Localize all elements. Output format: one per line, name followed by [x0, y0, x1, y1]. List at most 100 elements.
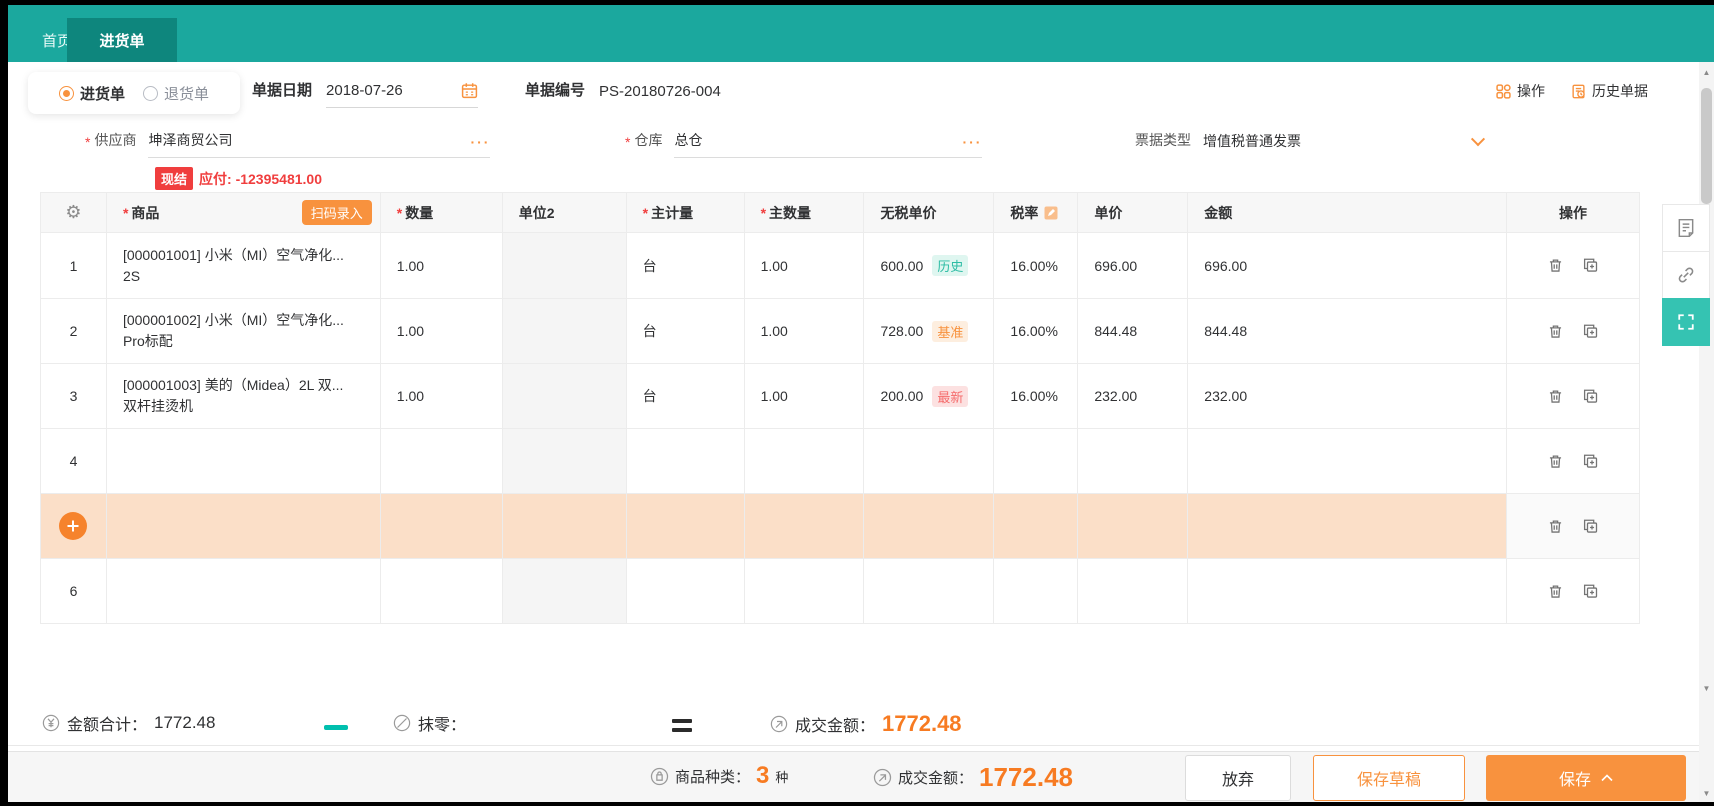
- tax-rate-cell[interactable]: [994, 494, 1079, 558]
- main-qty-cell[interactable]: [745, 429, 865, 493]
- no-tax-price-cell[interactable]: [864, 559, 995, 623]
- delete-row-button[interactable]: [1548, 324, 1563, 339]
- save-draft-button[interactable]: 保存草稿: [1313, 755, 1465, 801]
- main-unit-cell[interactable]: 台: [627, 364, 745, 428]
- trash-icon: [1549, 390, 1562, 403]
- qty-cell[interactable]: 1.00: [381, 364, 503, 428]
- main-unit-cell[interactable]: [626, 494, 745, 558]
- equals-sign: [672, 719, 692, 737]
- scroll-up-arrow-icon[interactable]: ▲: [1699, 68, 1714, 77]
- delete-row-button[interactable]: [1548, 454, 1563, 469]
- delete-row-button[interactable]: [1548, 519, 1563, 534]
- save-button[interactable]: 保存: [1486, 755, 1686, 801]
- product-name-line1: [000001002] 小米（MI）空气净化...: [122, 312, 344, 328]
- main-unit-cell[interactable]: 台: [627, 233, 745, 298]
- delete-row-button[interactable]: [1548, 584, 1563, 599]
- no-tax-price-cell[interactable]: [864, 429, 995, 493]
- tax-rate-cell[interactable]: 16.00%: [994, 299, 1079, 363]
- delete-row-button[interactable]: [1548, 258, 1563, 273]
- main-unit-cell[interactable]: [627, 559, 745, 623]
- unit-price-cell[interactable]: [1078, 559, 1189, 623]
- calendar-icon[interactable]: [461, 82, 478, 99]
- tax-rate-cell[interactable]: [994, 429, 1079, 493]
- copy-row-button[interactable]: [1583, 258, 1598, 273]
- doc-date-input[interactable]: 2018-07-26: [326, 82, 479, 108]
- tax-rate-cell[interactable]: [994, 559, 1079, 623]
- no-tax-price-cell[interactable]: 200.00 最新: [864, 364, 995, 428]
- qty-cell[interactable]: 1.00: [381, 233, 503, 298]
- main-unit-cell[interactable]: 台: [627, 299, 745, 363]
- warehouse-picker-icon[interactable]: ···: [962, 134, 982, 150]
- add-row-button[interactable]: [59, 512, 88, 540]
- unit2-cell: [502, 299, 627, 363]
- supplier-picker-icon[interactable]: ···: [470, 134, 490, 150]
- round-off-group: 抹零：: [393, 711, 473, 735]
- radio-return-order[interactable]: 退货单: [143, 83, 209, 104]
- amount-cell[interactable]: [1188, 494, 1508, 558]
- product-cell[interactable]: [000001001] 小米（MI）空气净化... 2S: [107, 233, 381, 298]
- warehouse-input[interactable]: 总仓 ···: [674, 130, 983, 158]
- notes-panel-button[interactable]: [1662, 204, 1710, 252]
- main-qty-cell[interactable]: [745, 559, 865, 623]
- main-qty-cell[interactable]: 1.00: [745, 299, 865, 363]
- discard-button[interactable]: 放弃: [1185, 755, 1291, 801]
- qty-cell[interactable]: 1.00: [381, 299, 503, 363]
- operations-menu[interactable]: 操作: [1496, 81, 1545, 101]
- copy-row-button[interactable]: [1583, 584, 1598, 599]
- invoice-type-select[interactable]: 增值税普通发票: [1203, 131, 1486, 158]
- unit-price-cell[interactable]: 696.00: [1078, 233, 1189, 298]
- unit-price-cell[interactable]: 844.48: [1078, 299, 1189, 363]
- amount-cell[interactable]: [1188, 559, 1508, 623]
- copy-row-button[interactable]: [1583, 324, 1598, 339]
- radio-purchase-order[interactable]: 进货单: [58, 83, 125, 104]
- delete-row-button[interactable]: [1548, 389, 1563, 404]
- amount-cell[interactable]: 232.00: [1188, 364, 1508, 428]
- no-tax-price-cell[interactable]: 600.00 历史: [864, 233, 995, 298]
- price-tag-history[interactable]: 历史: [932, 255, 969, 276]
- copy-row-button[interactable]: [1583, 519, 1598, 534]
- product-cell[interactable]: [107, 429, 381, 493]
- main-qty-cell[interactable]: 1.00: [745, 233, 865, 298]
- vertical-scrollbar[interactable]: ▲ ▼ ▼: [1699, 62, 1714, 802]
- unit-price-cell[interactable]: [1078, 494, 1189, 558]
- main-qty-cell[interactable]: 1.00: [745, 364, 865, 428]
- scan-entry-button[interactable]: 扫码录入: [301, 200, 372, 225]
- edit-tax-icon[interactable]: [1044, 206, 1058, 220]
- no-tax-price-cell[interactable]: 728.00 基准: [864, 299, 995, 363]
- history-docs-button[interactable]: 历史单据: [1571, 81, 1648, 101]
- amount-cell[interactable]: 844.48: [1188, 299, 1508, 363]
- copy-row-button[interactable]: [1583, 454, 1598, 469]
- price-tag-base[interactable]: 基准: [932, 320, 969, 342]
- no-tax-price-cell[interactable]: [864, 494, 995, 558]
- column-settings-cell[interactable]: ⚙: [41, 193, 107, 232]
- link-panel-button[interactable]: [1662, 251, 1710, 299]
- tax-rate-cell[interactable]: 16.00%: [994, 364, 1079, 428]
- scroll-down-arrow-icon[interactable]: ▼: [1699, 684, 1714, 693]
- gear-icon[interactable]: ⚙: [65, 202, 81, 223]
- doc-number-value: PS-20180726-004: [599, 83, 721, 100]
- product-cell[interactable]: [107, 559, 381, 623]
- product-cell[interactable]: [000001003] 美的（Midea）2L 双... 双杆挂烫机: [107, 364, 381, 428]
- trash-icon: [1549, 585, 1562, 598]
- price-tag-latest[interactable]: 最新: [932, 385, 969, 407]
- main-unit-cell[interactable]: [627, 429, 745, 493]
- qty-cell[interactable]: [381, 559, 503, 623]
- amount-cell[interactable]: 696.00: [1188, 233, 1508, 298]
- qty-cell[interactable]: [380, 494, 503, 558]
- main-qty-cell[interactable]: [744, 494, 865, 558]
- amount-cell[interactable]: [1188, 429, 1508, 493]
- product-cell[interactable]: [000001002] 小米（MI）空气净化... Pro标配: [107, 299, 381, 363]
- qty-cell[interactable]: [381, 429, 503, 493]
- tax-rate-cell[interactable]: 16.00%: [994, 233, 1079, 298]
- fullscreen-panel-button[interactable]: [1662, 298, 1710, 346]
- scroll-corner-arrow-icon[interactable]: ▼: [1699, 789, 1714, 798]
- tab-purchase-order[interactable]: 进货单: [67, 18, 177, 62]
- chevron-down-icon[interactable]: [1470, 132, 1486, 147]
- unit-price-cell[interactable]: 232.00: [1078, 364, 1189, 428]
- unit-price-cell[interactable]: [1078, 429, 1189, 493]
- scrollbar-thumb[interactable]: [1701, 88, 1712, 204]
- copy-row-button[interactable]: [1583, 389, 1598, 404]
- doc-number-group: 单据编号 PS-20180726-004: [525, 79, 721, 108]
- product-cell[interactable]: [106, 494, 381, 558]
- supplier-input[interactable]: 坤泽商贸公司 ···: [148, 130, 491, 158]
